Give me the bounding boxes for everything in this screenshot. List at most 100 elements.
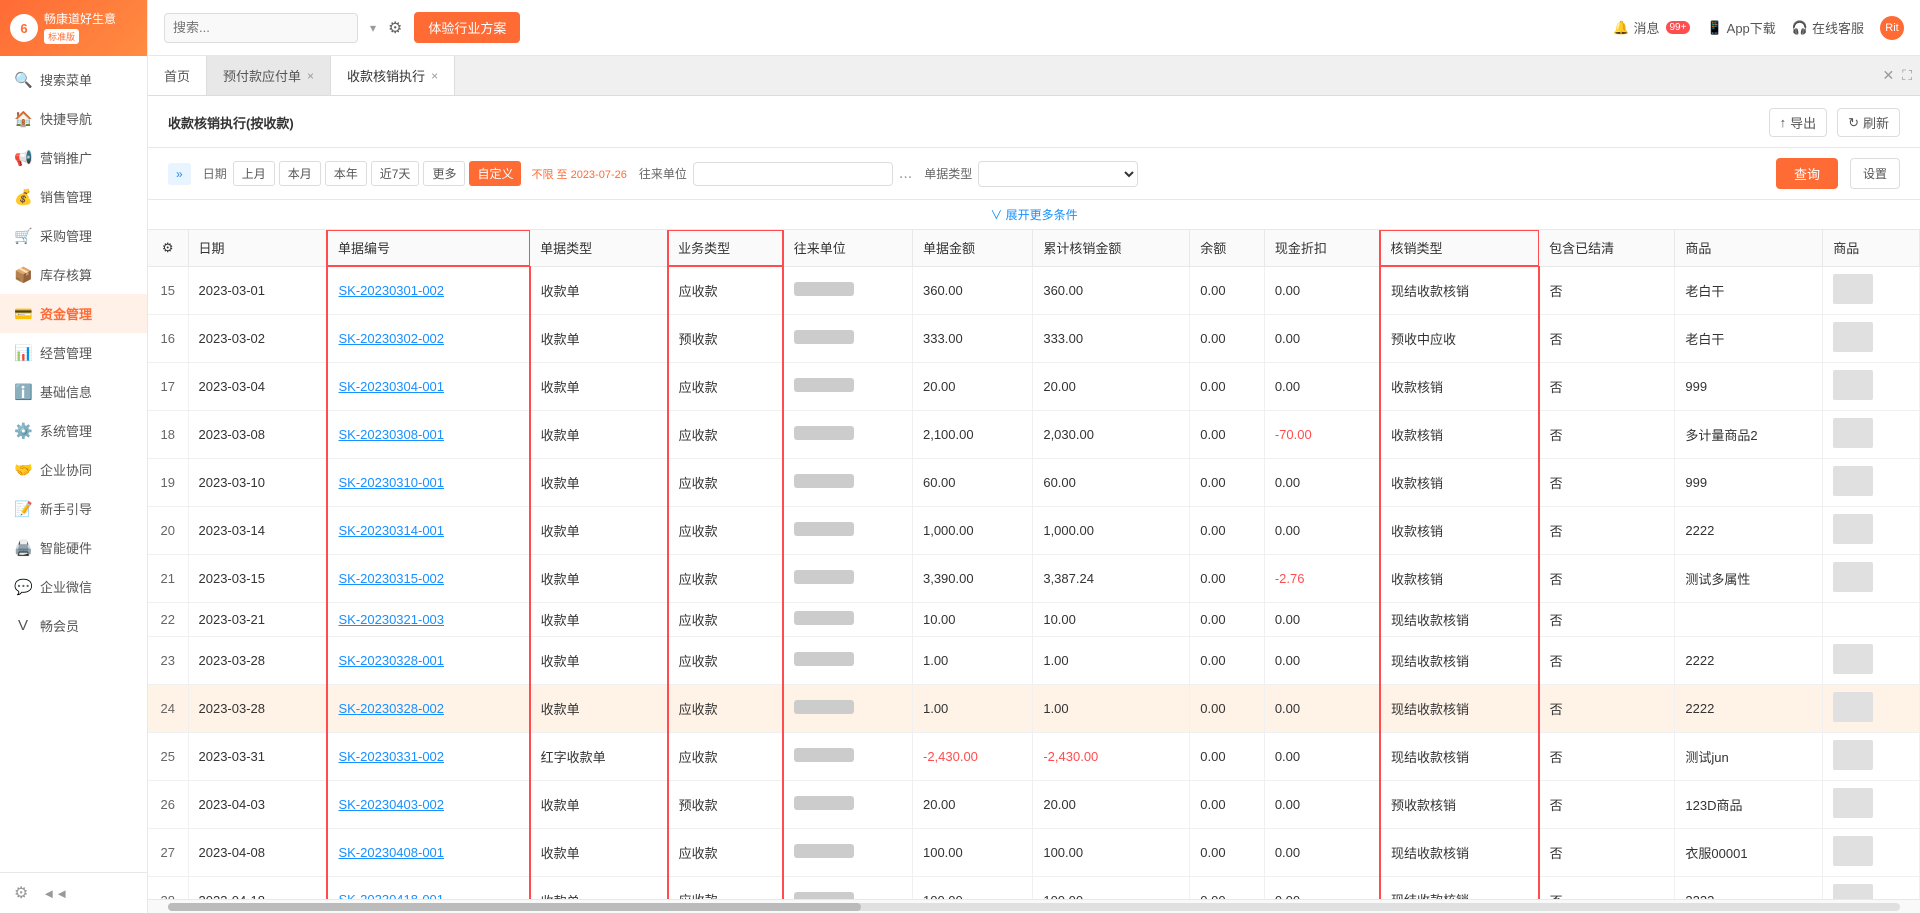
sidebar-item-库存核算[interactable]: 📦库存核算 bbox=[0, 255, 147, 294]
row-doc-no[interactable]: SK-20230310-001 bbox=[327, 458, 529, 506]
row-doc-no[interactable]: SK-20230301-002 bbox=[327, 266, 529, 314]
type-filter-select[interactable] bbox=[978, 161, 1138, 187]
app-download-action[interactable]: 📱 App下载 bbox=[1706, 18, 1775, 37]
sidebar-item-采购管理[interactable]: 🛒采购管理 bbox=[0, 216, 147, 255]
sidebar-item-搜索菜单[interactable]: 🔍搜索菜单 bbox=[0, 60, 147, 99]
chevron-down-icon[interactable]: ▾ bbox=[370, 21, 376, 35]
search-input[interactable] bbox=[164, 13, 358, 43]
expand-tab-icon[interactable]: ⛶ bbox=[1902, 67, 1912, 84]
filter-settings-button[interactable]: 设置 bbox=[1850, 158, 1900, 189]
th-unit[interactable]: 往来单位 bbox=[783, 230, 912, 266]
th-biz-type[interactable]: 业务类型 bbox=[668, 230, 784, 266]
doc-no-link[interactable]: SK-20230314-001 bbox=[338, 523, 444, 538]
sidebar-item-企业协同[interactable]: 🤝企业协同 bbox=[0, 450, 147, 489]
tab-close-icon[interactable]: × bbox=[431, 69, 438, 83]
doc-no-link[interactable]: SK-20230403-002 bbox=[338, 797, 444, 812]
sidebar-icon: ℹ️ bbox=[14, 383, 32, 401]
doc-no-link[interactable]: SK-20230301-002 bbox=[338, 283, 444, 298]
row-doc-no[interactable]: SK-20230314-001 bbox=[327, 506, 529, 554]
date-custom-button[interactable]: 自定义 bbox=[469, 161, 521, 186]
tab-close-icon[interactable]: × bbox=[307, 69, 314, 83]
th-doc-no[interactable]: 单据编号 bbox=[327, 230, 529, 266]
row-cancel-type: 收款核销 bbox=[1380, 410, 1539, 458]
scroll-track[interactable] bbox=[168, 903, 1900, 911]
table-header-row: ⚙ 日期 单据编号 单据类型 业务类型 往来单位 单据金额 累计核销金额 余额 … bbox=[148, 230, 1920, 266]
row-doc-no[interactable]: SK-20230328-002 bbox=[327, 684, 529, 732]
date-more[interactable]: 更多 bbox=[423, 161, 465, 186]
tab-首页[interactable]: 首页 bbox=[148, 56, 207, 95]
sidebar-icon: 🛒 bbox=[14, 227, 32, 245]
sidebar-item-label: 系统管理 bbox=[40, 421, 92, 440]
row-doc-no[interactable]: SK-20230408-001 bbox=[327, 828, 529, 876]
th-goods2[interactable]: 商品 bbox=[1823, 230, 1920, 266]
row-num: 25 bbox=[148, 732, 188, 780]
gear-icon[interactable]: ⚙ bbox=[388, 18, 402, 38]
th-date[interactable]: 日期 bbox=[188, 230, 327, 266]
doc-no-link[interactable]: SK-20230304-001 bbox=[338, 379, 444, 394]
doc-no-link[interactable]: SK-20230331-002 bbox=[338, 749, 444, 764]
row-doc-no[interactable]: SK-20230328-001 bbox=[327, 636, 529, 684]
sidebar-item-营销推广[interactable]: 📢营销推广 bbox=[0, 138, 147, 177]
th-cum-amount[interactable]: 累计核销金额 bbox=[1033, 230, 1190, 266]
doc-no-link[interactable]: SK-20230315-002 bbox=[338, 571, 444, 586]
doc-no-link[interactable]: SK-20230328-002 bbox=[338, 701, 444, 716]
doc-no-link[interactable]: SK-20230302-002 bbox=[338, 331, 444, 346]
sidebar-item-快捷导航[interactable]: 🏠快捷导航 bbox=[0, 99, 147, 138]
date-this-month[interactable]: 本月 bbox=[279, 161, 321, 186]
row-doc-no[interactable]: SK-20230403-002 bbox=[327, 780, 529, 828]
date-7days[interactable]: 近7天 bbox=[371, 161, 420, 186]
th-cancel-type[interactable]: 核销类型 bbox=[1380, 230, 1539, 266]
collapse-icon[interactable]: ◄◄ bbox=[42, 886, 68, 901]
sidebar-item-企业微信[interactable]: 💬企业微信 bbox=[0, 567, 147, 606]
doc-no-link[interactable]: SK-20230321-003 bbox=[338, 612, 444, 627]
notification-action[interactable]: 🔔 消息 99+ bbox=[1613, 18, 1690, 37]
row-doc-no[interactable]: SK-20230304-001 bbox=[327, 362, 529, 410]
date-this-year[interactable]: 本年 bbox=[325, 161, 367, 186]
query-button[interactable]: 查询 bbox=[1776, 158, 1838, 189]
unit-filter-input[interactable] bbox=[693, 162, 893, 186]
th-settings[interactable]: ⚙ bbox=[148, 230, 188, 266]
settings-icon[interactable]: ⚙ bbox=[14, 883, 28, 903]
doc-no-link[interactable]: SK-20230408-001 bbox=[338, 845, 444, 860]
user-action[interactable]: Rit bbox=[1880, 16, 1904, 40]
tab-预付款应付单[interactable]: 预付款应付单× bbox=[207, 56, 331, 95]
tab-收款核销执行[interactable]: 收款核销执行× bbox=[331, 56, 455, 95]
solution-button[interactable]: 体验行业方案 bbox=[414, 12, 520, 43]
sidebar-item-资金管理[interactable]: 💳资金管理 bbox=[0, 294, 147, 333]
doc-no-link[interactable]: SK-20230310-001 bbox=[338, 475, 444, 490]
export-button[interactable]: ↑ 导出 bbox=[1769, 108, 1828, 137]
th-discount[interactable]: 现金折扣 bbox=[1264, 230, 1380, 266]
doc-no-link[interactable]: SK-20230418-001 bbox=[338, 892, 444, 899]
row-doc-no[interactable]: SK-20230302-002 bbox=[327, 314, 529, 362]
sidebar-item-新手引导[interactable]: 📝新手引导 bbox=[0, 489, 147, 528]
date-prev-month[interactable]: 上月 bbox=[233, 161, 275, 186]
scroll-hint[interactable] bbox=[148, 899, 1920, 913]
row-doc-no[interactable]: SK-20230331-002 bbox=[327, 732, 529, 780]
sidebar-item-畅会员[interactable]: V畅会员 bbox=[0, 606, 147, 645]
row-doc-no[interactable]: SK-20230321-003 bbox=[327, 602, 529, 636]
row-doc-no[interactable]: SK-20230418-001 bbox=[327, 876, 529, 899]
sidebar-item-智能硬件[interactable]: 🖨️智能硬件 bbox=[0, 528, 147, 567]
dots-icon[interactable]: ... bbox=[899, 165, 912, 183]
sidebar-item-销售管理[interactable]: 💰销售管理 bbox=[0, 177, 147, 216]
doc-no-link[interactable]: SK-20230308-001 bbox=[338, 427, 444, 442]
th-balance[interactable]: 余额 bbox=[1190, 230, 1265, 266]
row-doc-no[interactable]: SK-20230308-001 bbox=[327, 410, 529, 458]
online-service-action[interactable]: 🎧 在线客服 bbox=[1792, 18, 1864, 37]
th-goods1[interactable]: 商品 bbox=[1675, 230, 1823, 266]
th-amount[interactable]: 单据金额 bbox=[912, 230, 1032, 266]
filter-expand-button[interactable]: » bbox=[168, 163, 191, 185]
expand-more-bar[interactable]: ∨ 展开更多条件 bbox=[148, 200, 1920, 230]
doc-no-link[interactable]: SK-20230328-001 bbox=[338, 653, 444, 668]
sidebar-item-经营管理[interactable]: 📊经营管理 bbox=[0, 333, 147, 372]
sidebar-item-基础信息[interactable]: ℹ️基础信息 bbox=[0, 372, 147, 411]
th-included[interactable]: 包含已结清 bbox=[1539, 230, 1675, 266]
table-row: 16 2023-03-02 SK-20230302-002 收款单 预收款 33… bbox=[148, 314, 1920, 362]
row-cum-amount: 20.00 bbox=[1033, 362, 1190, 410]
row-discount: -70.00 bbox=[1264, 410, 1380, 458]
row-doc-no[interactable]: SK-20230315-002 bbox=[327, 554, 529, 602]
sidebar-item-系统管理[interactable]: ⚙️系统管理 bbox=[0, 411, 147, 450]
refresh-button[interactable]: ↻ 刷新 bbox=[1837, 108, 1900, 137]
th-doc-type[interactable]: 单据类型 bbox=[530, 230, 668, 266]
close-tab-icon[interactable]: ✕ bbox=[1882, 67, 1894, 84]
